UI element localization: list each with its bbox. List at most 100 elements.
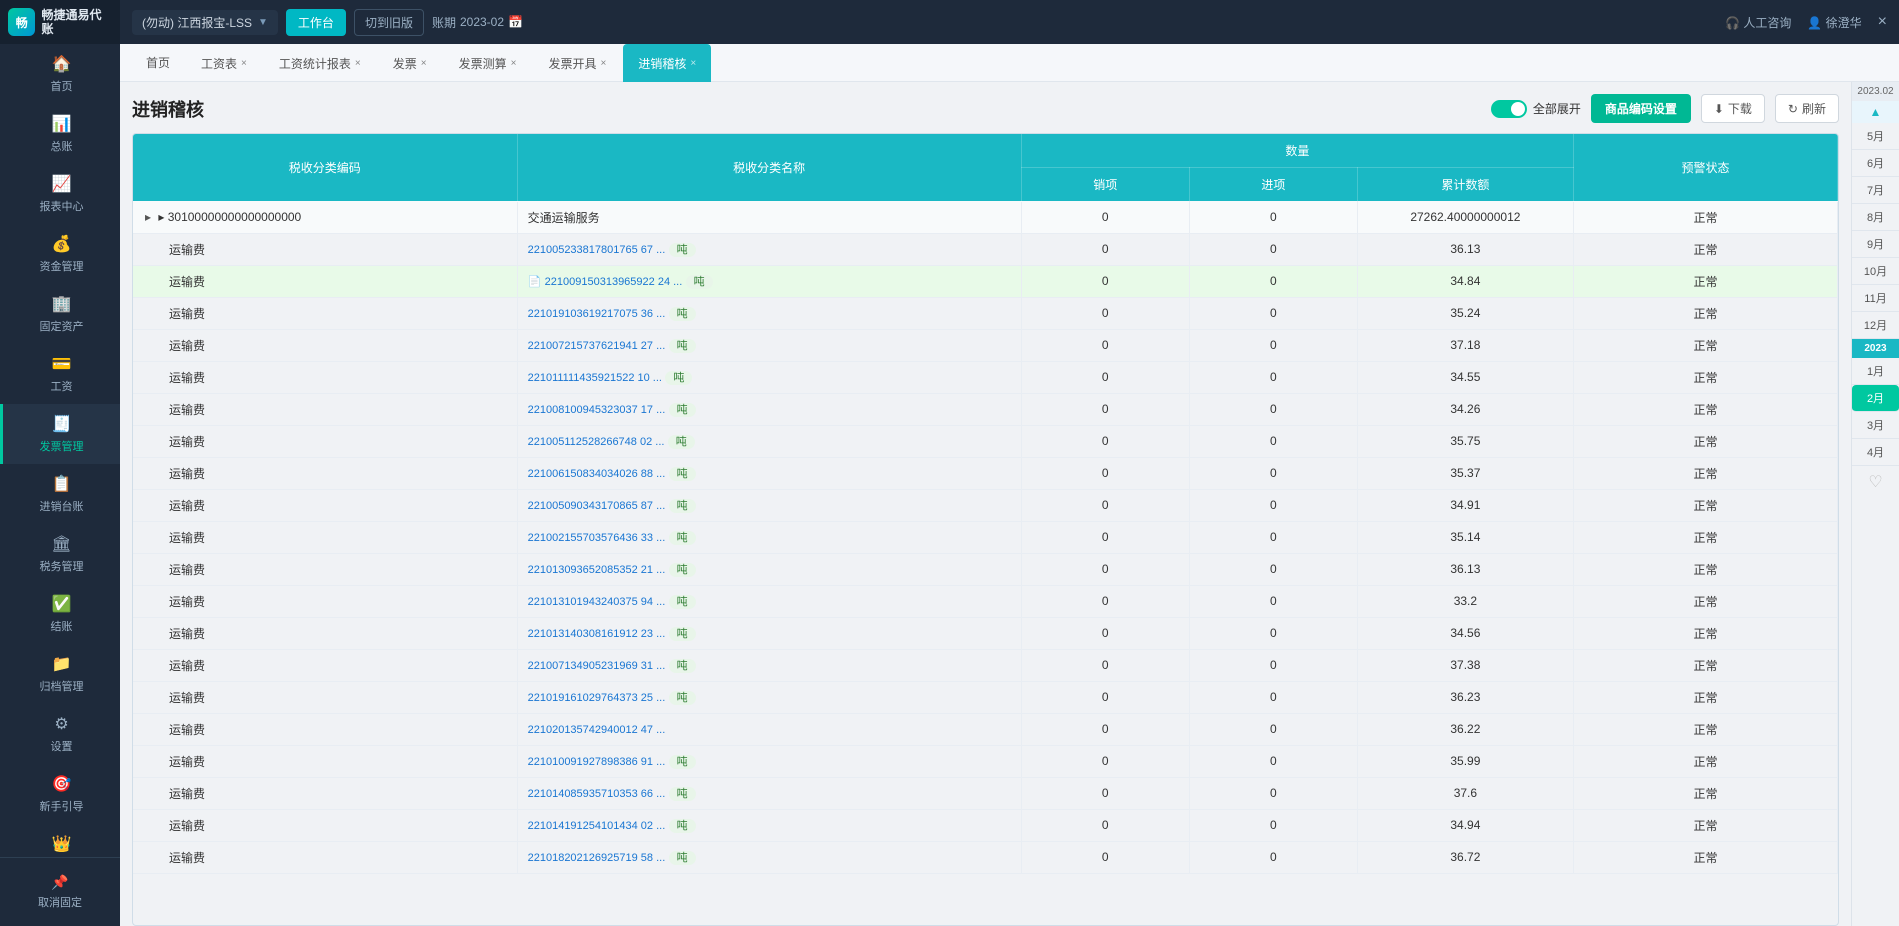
tab-payroll-stats[interactable]: 工资统计报表 × (264, 44, 376, 82)
page-actions: 全部展开 商品编码设置 ⬇ 下载 ↻ 刷新 (1491, 94, 1839, 123)
col-tax-code-header: 税收分类编码 (133, 134, 517, 201)
logo-icon: 畅 (8, 8, 35, 36)
unit-tag: 吨 (669, 243, 696, 257)
table-cell-status: 正常 (1573, 329, 1837, 361)
tab-sales-reconcile[interactable]: 进销稽核 × (623, 44, 711, 82)
calendar-month-8[interactable]: 8月 (1852, 204, 1899, 231)
switch-version-button[interactable]: 切到旧版 (354, 9, 424, 36)
sidebar-item-archive[interactable]: 📁 归档管理 (0, 644, 120, 704)
workspace-button[interactable]: 工作台 (286, 9, 346, 36)
calendar-month-6[interactable]: 6月 (1852, 150, 1899, 177)
calendar-month-4[interactable]: 4月 (1852, 439, 1899, 466)
table-cell-sales: 0 (1021, 233, 1189, 265)
table-cell-invoice-code: 221006150834034026 88 ... 吨 (517, 457, 1021, 489)
unit-tag: 吨 (669, 787, 696, 801)
sidebar-item-sales-ledger[interactable]: 📋 进销台账 (0, 464, 120, 524)
table-cell-name: 交通运输服务 (517, 201, 1021, 233)
calendar-year-top: 2023.02 (1852, 82, 1899, 101)
calendar-month-2[interactable]: 2月 (1852, 385, 1899, 412)
unit-tag: 吨 (669, 627, 696, 641)
tab-sales-reconcile-close[interactable]: × (690, 58, 696, 69)
refresh-button[interactable]: ↻ 刷新 (1775, 94, 1839, 123)
table-cell-code: 运输费 (133, 777, 517, 809)
sidebar-item-finance[interactable]: 💰 资金管理 (0, 224, 120, 284)
col-quantity-group-header: 数量 (1021, 134, 1573, 168)
table-cell-total: 37.38 (1357, 649, 1573, 681)
tab-payroll[interactable]: 工资表 × (186, 44, 262, 82)
table-cell-purchase: 0 (1189, 841, 1357, 873)
sidebar-item-tax[interactable]: 🏛 税务管理 (0, 524, 120, 584)
table-cell-code: 运输费 (133, 265, 517, 297)
doc-icon: 📄 (528, 276, 542, 288)
scroll-up-button[interactable]: ▲ (1852, 101, 1899, 123)
table-cell-sales: 0 (1021, 617, 1189, 649)
table-cell-code: 运输费 (133, 521, 517, 553)
sidebar-item-member[interactable]: 👑 畅会员 (0, 824, 120, 857)
table-cell-total: 37.18 (1357, 329, 1573, 361)
calendar-month-11[interactable]: 11月 (1852, 285, 1899, 312)
favorite-icon[interactable]: ♡ (1852, 466, 1899, 498)
tab-invoice-calc-close[interactable]: × (511, 58, 517, 69)
calendar-month-5[interactable]: 5月 (1852, 123, 1899, 150)
calendar-month-9[interactable]: 9月 (1852, 231, 1899, 258)
assets-icon: 🏢 (52, 294, 72, 314)
table-cell-invoice-code: 221005112528266748 02 ... 吨 (517, 425, 1021, 457)
content-area: 进销稽核 全部展开 商品编码设置 ⬇ 下载 ↻ 刷新 (120, 82, 1899, 926)
table-row: ▸ ▸ 30100000000000000000 (133, 201, 517, 233)
table-cell-invoice-code: 221013140308161912 23 ... 吨 (517, 617, 1021, 649)
close-button[interactable]: × (1878, 13, 1887, 31)
user-profile[interactable]: 👤 徐澄华 (1807, 14, 1861, 31)
sidebar-item-home[interactable]: 🏠 首页 (0, 44, 120, 104)
table-cell-total: 36.22 (1357, 713, 1573, 745)
app-logo: 畅 畅捷通易代账 (0, 0, 120, 44)
expand-row-icon[interactable]: ▸ (145, 210, 151, 224)
calendar-icon[interactable]: 📅 (508, 15, 523, 29)
tab-invoice-calc[interactable]: 发票测算 × (444, 44, 532, 82)
sidebar-item-assets[interactable]: 🏢 固定资产 (0, 284, 120, 344)
tab-invoice-issue-close[interactable]: × (600, 58, 606, 69)
settings-button[interactable]: 商品编码设置 (1591, 94, 1691, 123)
sidebar-item-settings[interactable]: ⚙ 设置 (0, 704, 120, 764)
unit-tag: 吨 (669, 307, 696, 321)
table-cell-code: 运输费 (133, 649, 517, 681)
sidebar-item-guide[interactable]: 🎯 新手引导 (0, 764, 120, 824)
table-cell-purchase: 0 (1189, 521, 1357, 553)
sidebar-nav: 🏠 首页 📊 总账 📈 报表中心 💰 资金管理 🏢 固定资产 💳 工资 🧾 发票… (0, 44, 120, 857)
tab-home-label: 首页 (146, 54, 170, 71)
calendar-month-10[interactable]: 10月 (1852, 258, 1899, 285)
calendar-month-7[interactable]: 7月 (1852, 177, 1899, 204)
tab-invoice-issue[interactable]: 发票开具 × (533, 44, 621, 82)
calendar-month-1[interactable]: 1月 (1852, 358, 1899, 385)
calendar-month-3[interactable]: 3月 (1852, 412, 1899, 439)
expand-toggle[interactable] (1491, 100, 1527, 118)
calendar-month-12[interactable]: 12月 (1852, 312, 1899, 339)
unit-tag: 吨 (669, 339, 696, 353)
table-cell-invoice-code: 221011111435921522 10 ... 吨 (517, 361, 1021, 393)
unpin-button[interactable]: 📌 取消固定 (34, 868, 86, 916)
table-cell-sales: 0 (1021, 649, 1189, 681)
company-selector[interactable]: (勿动) 江西报宝-LSS ▼ (132, 10, 278, 35)
main-table-container: 税收分类编码 税收分类名称 数量 预警状态 销项 进项 累计数额 (132, 133, 1839, 926)
sidebar-item-payroll[interactable]: 💳 工资 (0, 344, 120, 404)
sidebar-item-ledger[interactable]: 📊 总账 (0, 104, 120, 164)
table-cell-purchase: 0 (1189, 489, 1357, 521)
table-cell-code: 运输费 (133, 617, 517, 649)
support-button[interactable]: 🎧 人工咨询 (1725, 14, 1791, 31)
sidebar-item-label: 结账 (51, 618, 73, 634)
download-button[interactable]: ⬇ 下载 (1701, 94, 1765, 123)
table-cell-code: 运输费 (133, 713, 517, 745)
tab-home[interactable]: 首页 (132, 44, 184, 82)
table-cell-invoice-code: 221002155703576436 33 ... 吨 (517, 521, 1021, 553)
unit-tag: 吨 (669, 755, 696, 769)
table-cell-purchase: 0 (1189, 393, 1357, 425)
tab-payroll-stats-close[interactable]: × (355, 58, 361, 69)
sidebar-item-reports[interactable]: 📈 报表中心 (0, 164, 120, 224)
tab-invoice-close[interactable]: × (421, 58, 427, 69)
table-cell-purchase: 0 (1189, 457, 1357, 489)
sidebar-item-invoice[interactable]: 🧾 发票管理 (0, 404, 120, 464)
sidebar-item-close-accounts[interactable]: ✅ 结账 (0, 584, 120, 644)
unit-tag: 吨 (669, 467, 696, 481)
tab-invoice[interactable]: 发票 × (378, 44, 442, 82)
tab-payroll-close[interactable]: × (241, 58, 247, 69)
topbar-right: 🎧 人工咨询 👤 徐澄华 × (1725, 13, 1887, 31)
